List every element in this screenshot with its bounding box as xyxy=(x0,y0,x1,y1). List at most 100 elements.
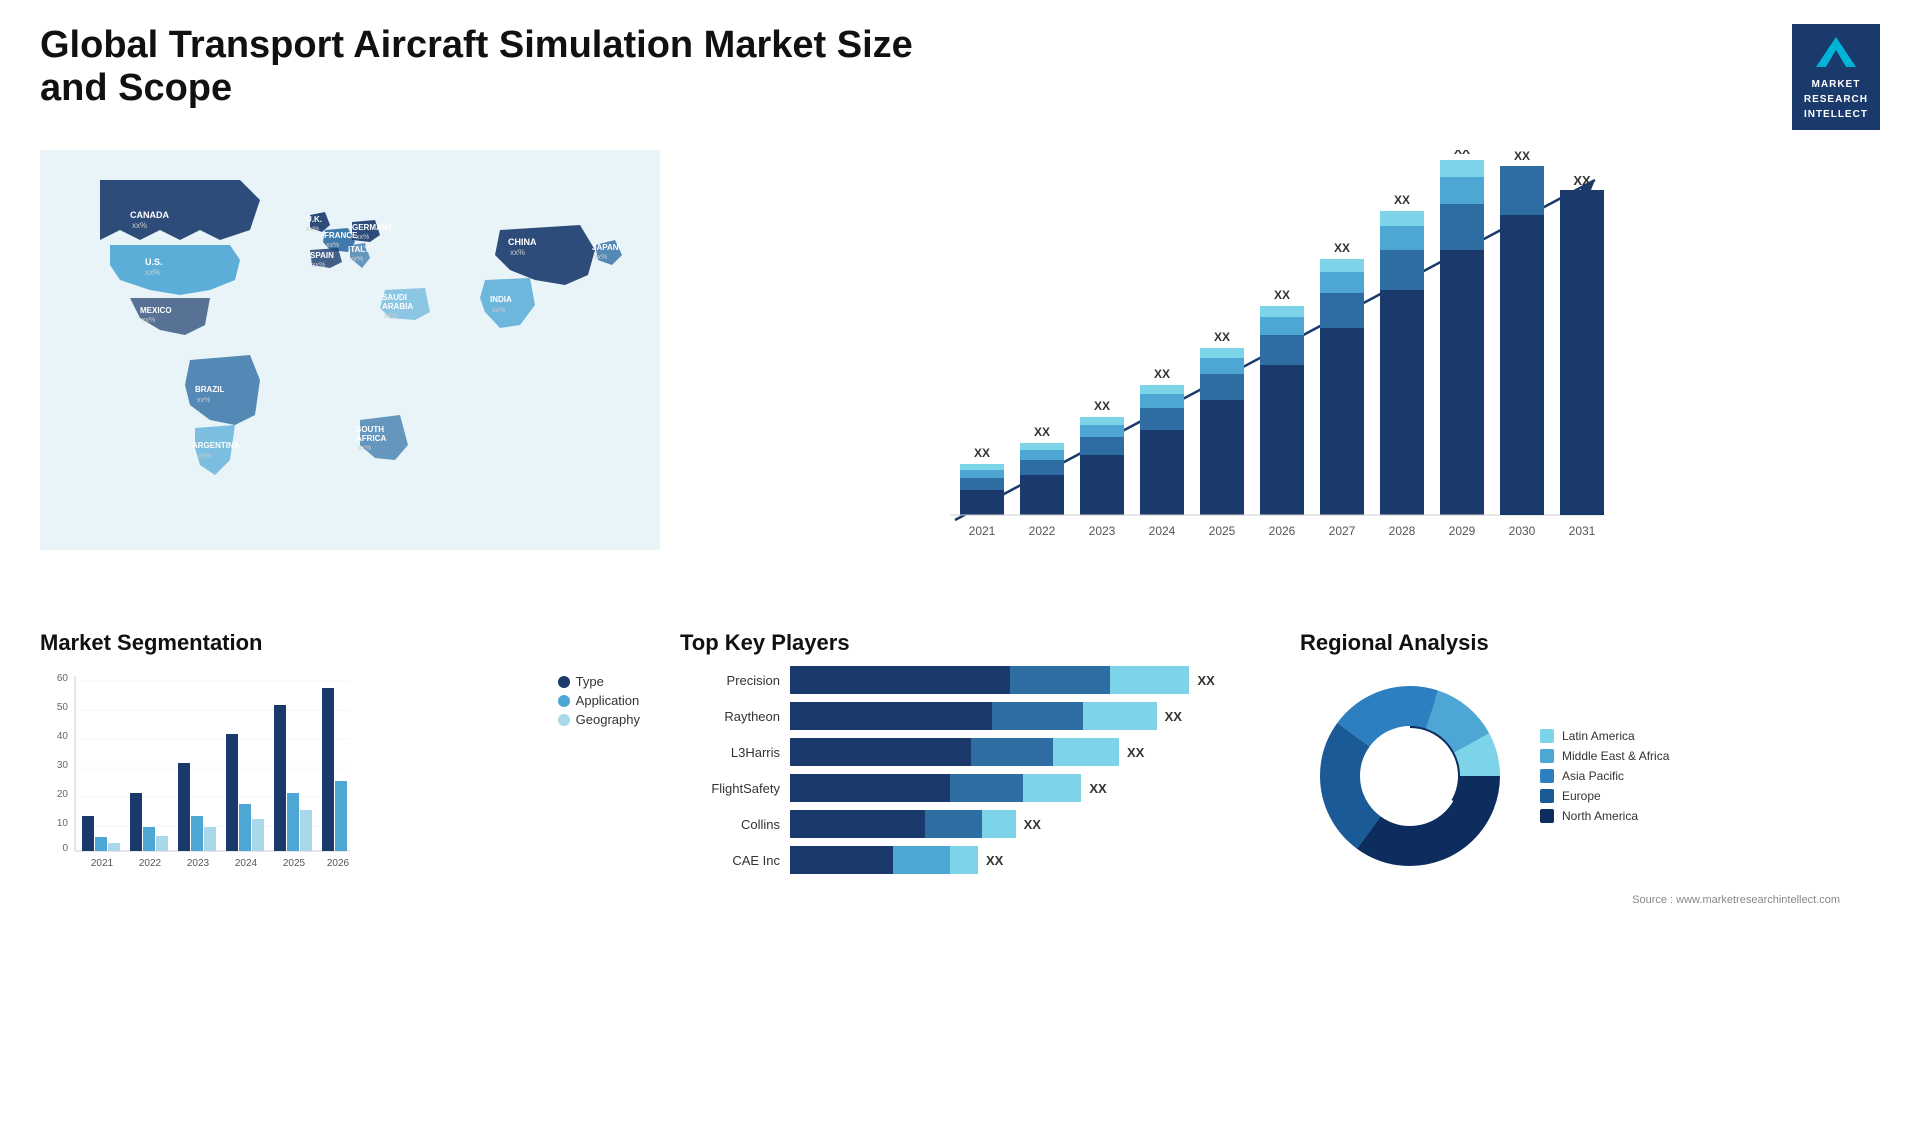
svg-text:INDIA: INDIA xyxy=(490,295,512,304)
legend-application: Application xyxy=(558,693,640,708)
svg-text:2030: 2030 xyxy=(1509,524,1536,538)
svg-text:XX: XX xyxy=(1094,399,1110,413)
bar-chart-svg: XX XX XX XX xyxy=(680,150,1870,570)
player-name-raytheon: Raytheon xyxy=(680,709,780,724)
svg-text:SOUTH: SOUTH xyxy=(356,425,384,434)
legend-north-america: North America xyxy=(1540,809,1669,823)
svg-text:SPAIN: SPAIN xyxy=(310,251,334,260)
player-name-cae: CAE Inc xyxy=(680,853,780,868)
svg-text:JAPAN: JAPAN xyxy=(592,243,619,252)
svg-text:xx%: xx% xyxy=(350,256,363,263)
player-name-l3harris: L3Harris xyxy=(680,745,780,760)
player-bar-cae: XX xyxy=(790,846,1260,874)
svg-text:2023: 2023 xyxy=(187,858,210,869)
europe-label: Europe xyxy=(1562,789,1601,803)
asia-pacific-color xyxy=(1540,769,1554,783)
svg-text:2021: 2021 xyxy=(91,858,114,869)
svg-text:XX: XX xyxy=(1034,425,1050,439)
legend-geography: Geography xyxy=(558,712,640,727)
legend-type: Type xyxy=(558,674,640,689)
company-logo: MARKET RESEARCH INTELLECT xyxy=(1792,24,1880,130)
page-title: Global Transport Aircraft Simulation Mar… xyxy=(40,24,940,110)
player-bar-flightsafety: XX xyxy=(790,774,1260,802)
player-row-precision: Precision XX xyxy=(680,666,1260,694)
svg-text:2022: 2022 xyxy=(139,858,162,869)
regional-section: Regional Analysis xyxy=(1280,620,1900,916)
player-bar-l3harris: XX xyxy=(790,738,1260,766)
svg-text:xx%: xx% xyxy=(594,254,607,261)
svg-text:30: 30 xyxy=(57,760,69,771)
segmentation-title: Market Segmentation xyxy=(40,630,640,656)
svg-text:xx%: xx% xyxy=(132,221,147,230)
logo-line1: MARKET xyxy=(1804,77,1868,92)
north-america-label: North America xyxy=(1562,809,1638,823)
svg-text:50: 50 xyxy=(57,702,69,713)
player-val-precision: XX xyxy=(1198,673,1215,688)
map-svg: CANADA xx% U.S. xx% MEXICO xx% BRAZIL xx… xyxy=(40,150,660,550)
svg-text:U.K.: U.K. xyxy=(306,215,322,224)
svg-text:2024: 2024 xyxy=(235,858,258,869)
svg-text:xx%: xx% xyxy=(312,262,325,269)
svg-text:XX: XX xyxy=(1573,173,1591,188)
svg-text:2026: 2026 xyxy=(327,858,350,869)
player-name-collins: Collins xyxy=(680,817,780,832)
donut-chart-container: Latin America Middle East & Africa Asia … xyxy=(1300,666,1880,886)
player-row-flightsafety: FlightSafety XX xyxy=(680,774,1260,802)
svg-text:FRANCE: FRANCE xyxy=(324,231,358,240)
svg-text:AFRICA: AFRICA xyxy=(356,434,386,443)
svg-text:2022: 2022 xyxy=(1029,524,1056,538)
svg-text:xx%: xx% xyxy=(356,234,369,241)
svg-text:U.S.: U.S. xyxy=(145,257,163,267)
svg-text:BRAZIL: BRAZIL xyxy=(195,385,224,394)
type-label: Type xyxy=(576,674,604,689)
svg-text:xx%: xx% xyxy=(358,445,371,452)
growth-chart: XX XX XX XX xyxy=(680,150,1870,570)
middle-east-africa-color xyxy=(1540,749,1554,763)
svg-text:xx%: xx% xyxy=(197,397,210,404)
svg-text:2021: 2021 xyxy=(969,524,996,538)
player-row-collins: Collins XX xyxy=(680,810,1260,838)
player-row-raytheon: Raytheon XX xyxy=(680,702,1260,730)
svg-text:ARGENTINA: ARGENTINA xyxy=(192,441,240,450)
player-row-l3harris: L3Harris XX xyxy=(680,738,1260,766)
geography-dot xyxy=(558,714,570,726)
players-bars-list: Precision XX Raytheon xyxy=(680,666,1260,874)
svg-text:0: 0 xyxy=(62,843,68,854)
svg-text:20: 20 xyxy=(57,789,69,800)
donut-chart-svg xyxy=(1300,666,1520,886)
logo-line2: RESEARCH xyxy=(1804,92,1868,107)
svg-text:2029: 2029 xyxy=(1449,524,1476,538)
logo-line3: INTELLECT xyxy=(1804,107,1868,122)
header: Global Transport Aircraft Simulation Mar… xyxy=(0,0,1920,140)
type-dot xyxy=(558,676,570,688)
svg-text:XX: XX xyxy=(1454,150,1470,157)
logo-area: MARKET RESEARCH INTELLECT xyxy=(1792,24,1880,130)
svg-text:XX: XX xyxy=(1394,193,1410,207)
legend-europe: Europe xyxy=(1540,789,1669,803)
svg-text:xx%: xx% xyxy=(306,226,319,233)
world-map: CANADA xx% U.S. xx% MEXICO xx% BRAZIL xx… xyxy=(40,150,640,570)
player-bar-raytheon: XX xyxy=(790,702,1260,730)
svg-text:40: 40 xyxy=(57,731,69,742)
svg-text:xx%: xx% xyxy=(384,313,397,320)
middle-east-africa-label: Middle East & Africa xyxy=(1562,749,1669,763)
svg-text:xx%: xx% xyxy=(198,453,211,460)
svg-text:xx%: xx% xyxy=(145,268,160,277)
canada-label: CANADA xyxy=(130,210,169,220)
legend-middle-east-africa: Middle East & Africa xyxy=(1540,749,1669,763)
svg-text:2023: 2023 xyxy=(1089,524,1116,538)
legend-asia-pacific: Asia Pacific xyxy=(1540,769,1669,783)
europe-color xyxy=(1540,789,1554,803)
svg-text:XX: XX xyxy=(1514,150,1530,163)
main-content: CANADA xx% U.S. xx% MEXICO xx% BRAZIL xx… xyxy=(0,140,1920,916)
application-label: Application xyxy=(576,693,640,708)
player-name-flightsafety: FlightSafety xyxy=(680,781,780,796)
players-section: Top Key Players Precision XX xyxy=(660,620,1280,916)
regional-title: Regional Analysis xyxy=(1300,630,1880,656)
svg-text:xx%: xx% xyxy=(326,242,339,249)
svg-text:2028: 2028 xyxy=(1389,524,1416,538)
player-val-raytheon: XX xyxy=(1165,709,1182,724)
north-america-color xyxy=(1540,809,1554,823)
svg-text:2027: 2027 xyxy=(1329,524,1356,538)
svg-text:xx%: xx% xyxy=(142,317,155,324)
